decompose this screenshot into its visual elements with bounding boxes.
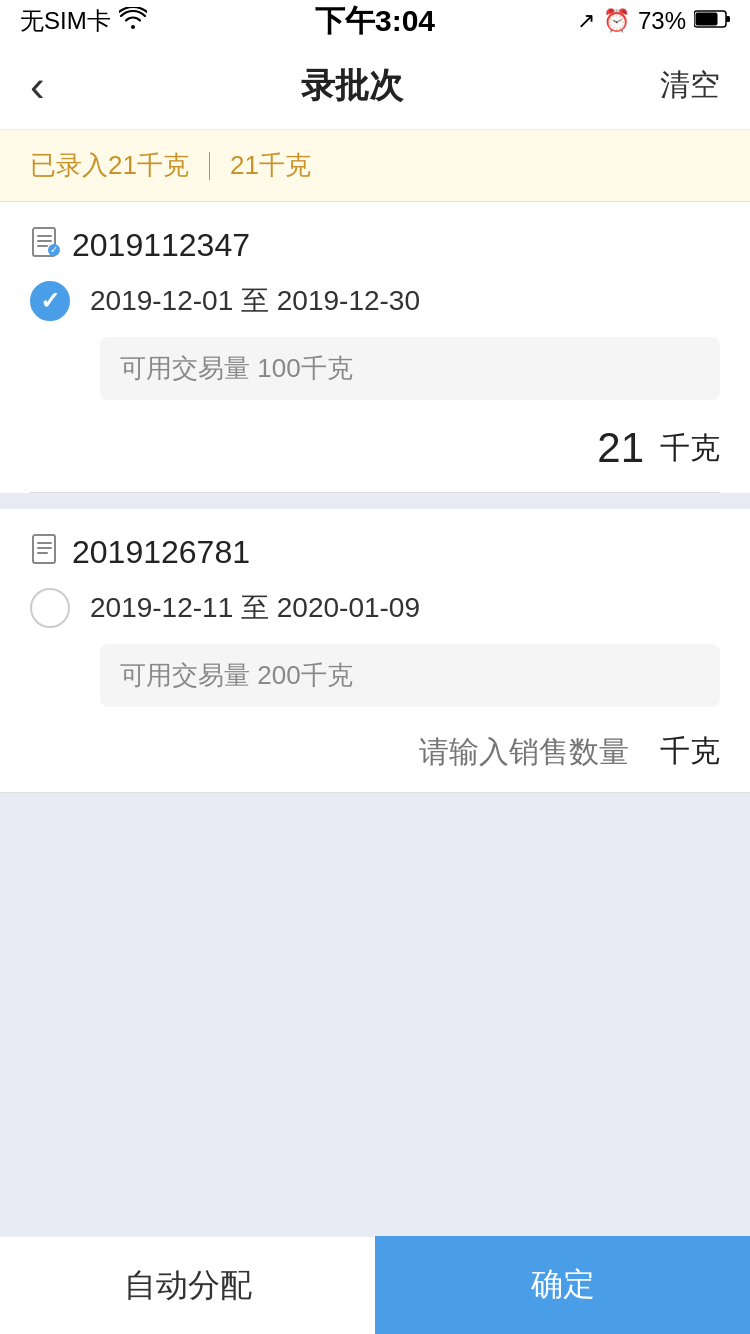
batch-1-check-icon: ✓	[40, 287, 60, 315]
batch-2-input-wrapper: 千克	[0, 719, 750, 793]
nav-bar: ‹ 录批次 清空	[0, 42, 750, 130]
batch-1-avail: 可用交易量 100千克	[100, 337, 720, 400]
summary-entered: 已录入21千克	[30, 148, 189, 183]
bottom-area	[0, 793, 750, 1243]
confirm-button[interactable]: 确定	[375, 1236, 750, 1334]
sim-text: 无SIM卡	[20, 5, 111, 37]
summary-divider	[209, 152, 210, 180]
batch-1-quantity-row: 21 千克	[0, 412, 750, 492]
batch-2-unit: 千克	[660, 731, 720, 772]
status-left: 无SIM卡	[20, 5, 147, 37]
status-bar: 无SIM卡 下午3:04 ↗ ⏰ 73%	[0, 0, 750, 42]
svg-rect-2	[696, 13, 718, 26]
batch-1-radio[interactable]: ✓	[30, 281, 70, 321]
batch-2-row[interactable]: 2019-12-11 至 2020-01-09	[0, 580, 750, 636]
batch-1-header: ✓ 2019112347	[0, 202, 750, 273]
battery-icon	[694, 7, 730, 35]
status-right: ↗ ⏰ 73%	[577, 7, 730, 35]
batch-1-quantity: 21	[597, 424, 644, 472]
batch-1-avail-text: 可用交易量 100千克	[120, 353, 353, 383]
batch-2-quantity-input[interactable]	[30, 735, 644, 769]
batch-2-date: 2019-12-11 至 2020-01-09	[90, 589, 420, 627]
batch-2-radio[interactable]	[30, 588, 70, 628]
batch-1-date: 2019-12-01 至 2019-12-30	[90, 282, 420, 320]
auto-distribute-button[interactable]: 自动分配	[0, 1236, 375, 1334]
bottom-buttons: 自动分配 确定	[0, 1236, 750, 1334]
battery-text: 73%	[638, 7, 686, 35]
batch-2-doc-icon	[30, 533, 62, 572]
svg-text:✓: ✓	[50, 244, 58, 255]
batch-card-1: ✓ 2019112347 ✓ 2019-12-01 至 2019-12-30 可…	[0, 202, 750, 493]
status-time: 下午3:04	[315, 1, 435, 42]
batch-2-avail: 可用交易量 200千克	[100, 644, 720, 707]
back-button[interactable]: ‹	[30, 61, 45, 111]
clear-button[interactable]: 清空	[660, 65, 720, 106]
batch-1-doc-icon: ✓	[30, 226, 62, 265]
batch-2-header: 2019126781	[0, 509, 750, 580]
location-icon: ↗	[577, 8, 595, 34]
summary-value: 21千克	[230, 148, 311, 183]
alarm-icon: ⏰	[603, 8, 630, 34]
batch-2-avail-text: 可用交易量 200千克	[120, 660, 353, 690]
summary-bar: 已录入21千克 21千克	[0, 130, 750, 202]
wifi-icon	[119, 7, 147, 35]
batch-1-row[interactable]: ✓ 2019-12-01 至 2019-12-30	[0, 273, 750, 329]
batch-2-id: 2019126781	[72, 534, 250, 571]
page-title: 录批次	[301, 63, 403, 109]
batch-1-unit: 千克	[660, 428, 720, 469]
section-divider	[0, 493, 750, 509]
svg-rect-1	[726, 16, 730, 22]
batch-1-id: 2019112347	[72, 227, 250, 264]
batch-card-2: 2019126781 2019-12-11 至 2020-01-09 可用交易量…	[0, 509, 750, 793]
